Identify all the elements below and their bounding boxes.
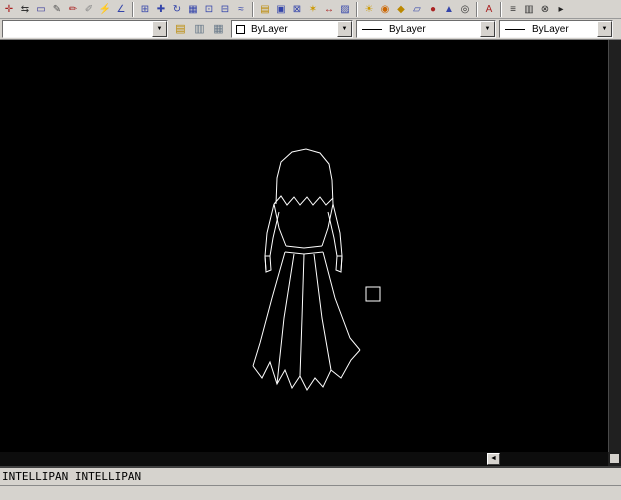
pan-icon[interactable]: ⇆ [17, 2, 33, 17]
horizontal-scrollbar-row: ◄ [0, 452, 621, 466]
array-icon[interactable]: ⊞ [137, 2, 153, 17]
command-history: INTELLIPAN INTELLIPAN [0, 468, 621, 486]
table-icon[interactable]: ▦ [185, 2, 201, 17]
toolbar-separator [132, 2, 134, 17]
cad-drawing [0, 40, 608, 452]
copy-icon[interactable]: ⊡ [201, 2, 217, 17]
toolbar-overflow-icon[interactable]: ▸ [553, 2, 569, 17]
right-hand [336, 256, 342, 272]
materials-icon[interactable]: ◆ [393, 2, 409, 17]
skirt-hem [253, 350, 360, 390]
lineweight-sample [505, 29, 525, 30]
lineweight-combo[interactable]: ByLayer ▼ [499, 20, 613, 38]
command-input[interactable] [0, 486, 621, 499]
skirt-fold-2 [300, 254, 304, 376]
linetype-sample [362, 29, 382, 30]
waist-top [286, 246, 322, 248]
hair-outline [276, 149, 333, 204]
waist-bottom [285, 252, 323, 254]
explode-icon[interactable]: ✶ [305, 2, 321, 17]
color-combo-value: ByLayer [248, 24, 288, 35]
right-arm-inner [328, 212, 337, 256]
text-icon[interactable]: A [481, 2, 497, 17]
scroll-left-button[interactable]: ◄ [487, 453, 500, 465]
linetype-combo-arrow-icon[interactable]: ▼ [480, 21, 495, 37]
light-icon[interactable]: ☀ [361, 2, 377, 17]
move-icon[interactable]: ✚ [153, 2, 169, 17]
rotate-icon[interactable]: ↻ [169, 2, 185, 17]
layer-combo[interactable]: ▼ [2, 20, 168, 38]
layer-combo-arrow-icon[interactable]: ▼ [152, 21, 167, 37]
left-arm-inner [270, 212, 279, 256]
print-icon[interactable]: ▥ [521, 2, 537, 17]
command-line-panel: INTELLIPAN INTELLIPAN [0, 466, 621, 500]
quick-select-icon[interactable]: ⚡ [97, 2, 113, 17]
skirt-fold-1 [277, 254, 294, 384]
color-swatch [236, 25, 245, 34]
right-arm-outer [333, 204, 342, 270]
color-combo-arrow-icon[interactable]: ▼ [337, 21, 352, 37]
no-plot-icon[interactable]: ⊗ [537, 2, 553, 17]
make-layer-current-icon[interactable]: ▦ [209, 22, 228, 37]
sphere-icon[interactable]: ● [425, 2, 441, 17]
workspace [0, 40, 621, 452]
scrollbar-corner [608, 452, 621, 466]
paste-icon[interactable]: ▤ [257, 2, 273, 17]
point-style-icon[interactable]: ✛ [1, 2, 17, 17]
zoom-window-icon[interactable]: ▭ [33, 2, 49, 17]
toolbar-separator [252, 2, 254, 17]
layer-manager-icon[interactable]: ▤ [171, 22, 190, 37]
drawing-canvas[interactable] [0, 40, 608, 452]
lineweight-combo-value: ByLayer [529, 24, 569, 35]
mirror-icon[interactable]: ⊟ [217, 2, 233, 17]
horizontal-scrollbar[interactable]: ◄ [0, 452, 608, 466]
left-hand [265, 256, 271, 272]
toolbar-separator [356, 2, 358, 17]
pickbox-cursor[interactable] [366, 287, 380, 301]
toolbar-separator [476, 2, 478, 17]
offset-icon[interactable]: ≈ [233, 2, 249, 17]
standard-toolbar: ✛⇆▭✎✏✐⚡∠ ⊞✚↻▦⊡⊟≈ ▤▣⊠✶↔▨ ☀◉◆▱●▲◎ A ≡▥⊗▸ [0, 0, 621, 19]
dimension-icon[interactable]: ↔ [321, 2, 337, 17]
hatch-icon[interactable]: ▨ [337, 2, 353, 17]
redline-icon[interactable]: ✏ [65, 2, 81, 17]
layer-previous-icon[interactable]: ▥ [190, 22, 209, 37]
cone-icon[interactable]: ▲ [441, 2, 457, 17]
linetype-combo-value: ByLayer [386, 24, 426, 35]
color-combo[interactable]: ByLayer ▼ [231, 20, 353, 38]
box-3d-icon[interactable]: ▱ [409, 2, 425, 17]
autocad-window: ✛⇆▭✎✏✐⚡∠⊞✚↻▦⊡⊟≈▤▣⊠✶↔▨☀◉◆▱●▲◎A≡▥⊗▸ ▼ ▤▥▦ … [0, 0, 621, 500]
angle-icon[interactable]: ∠ [113, 2, 129, 17]
marker-icon[interactable]: ✐ [81, 2, 97, 17]
left-arm-outer [265, 204, 274, 270]
linetype-combo[interactable]: ByLayer ▼ [356, 20, 496, 38]
vertical-scrollbar[interactable] [608, 40, 621, 452]
make-block-icon[interactable]: ⊠ [289, 2, 305, 17]
render-icon[interactable]: ◉ [377, 2, 393, 17]
lineweight-combo-arrow-icon[interactable]: ▼ [597, 21, 612, 37]
insert-block-icon[interactable]: ▣ [273, 2, 289, 17]
object-properties-toolbar: ▼ ▤▥▦ ByLayer ▼ ByLayer ▼ ByLayer ▼ [0, 19, 621, 40]
toolbar-separator [500, 2, 502, 17]
layer-tool-buttons: ▤▥▦ [171, 22, 228, 37]
hair-zigzag [274, 196, 333, 205]
named-view-icon[interactable]: ◎ [457, 2, 473, 17]
skirt-left [253, 252, 285, 366]
list-icon[interactable]: ≡ [505, 2, 521, 17]
pencil-icon[interactable]: ✎ [49, 2, 65, 17]
